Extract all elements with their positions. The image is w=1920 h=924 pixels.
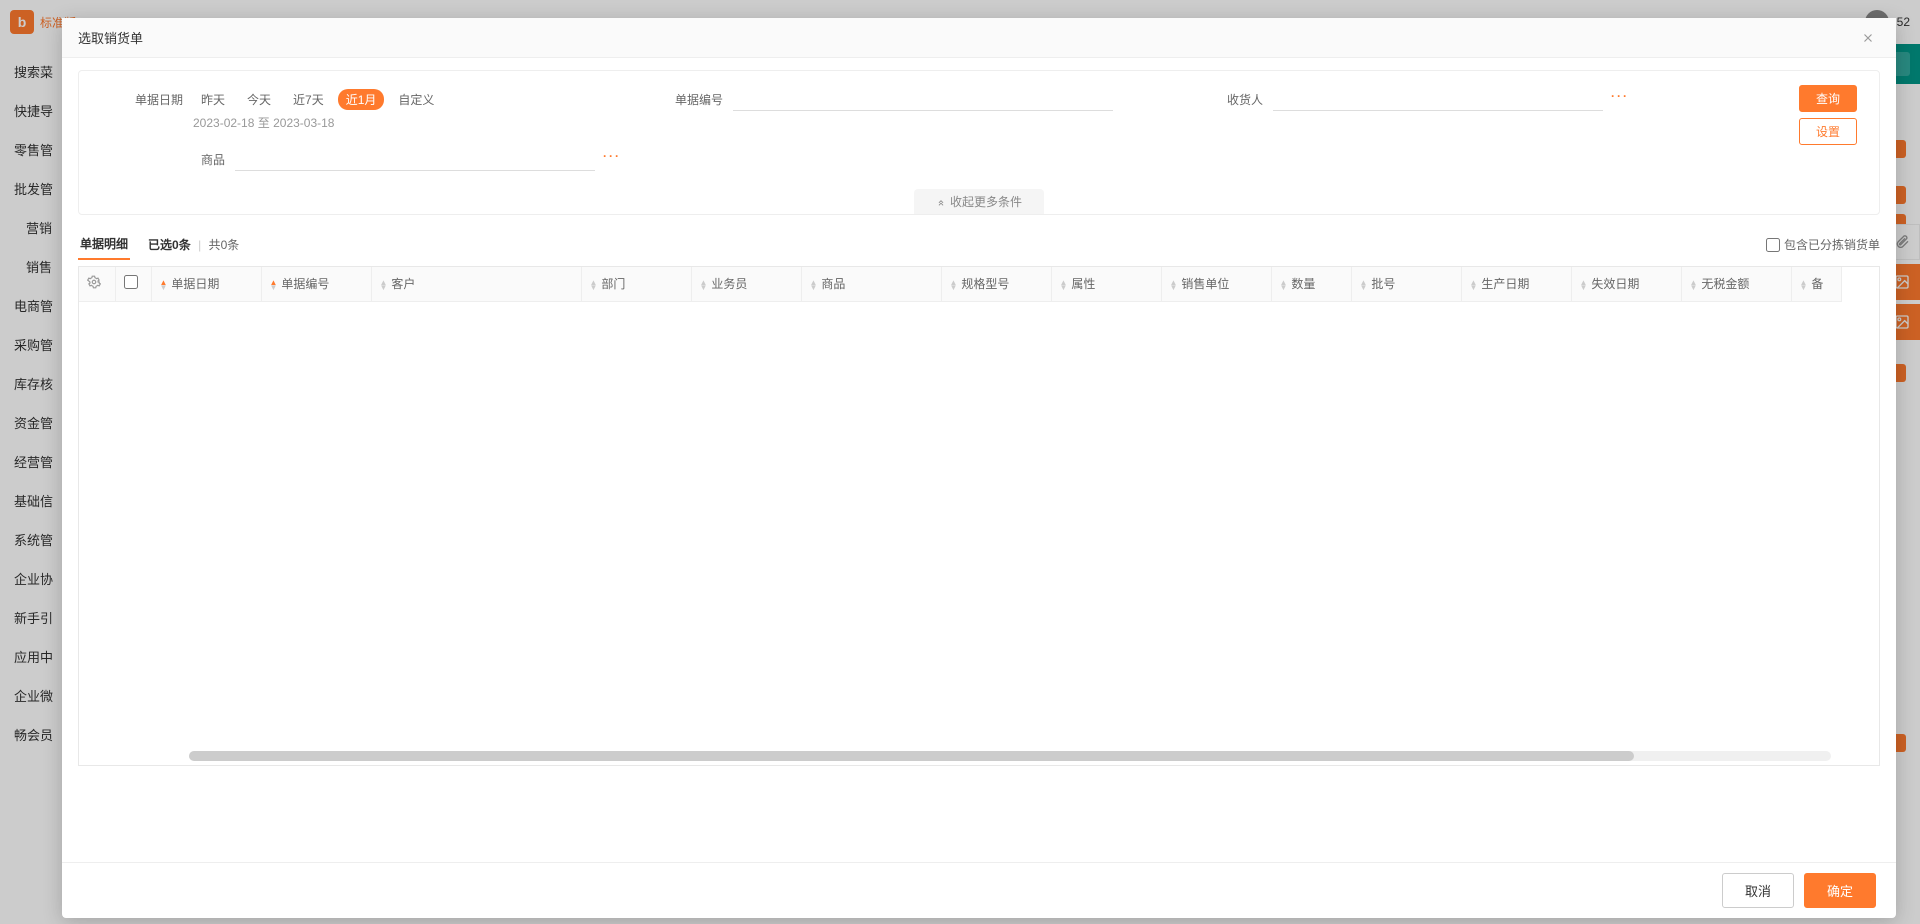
scrollbar-thumb[interactable] [189,751,1634,761]
column-label: 无税金额 [1701,277,1749,291]
sel-prefix: 已选 [148,238,172,252]
column-header[interactable]: ▲▼部门 [581,267,691,301]
sort-icon: ▲▼ [160,280,168,290]
column-header[interactable]: ▲▼销售单位 [1161,267,1271,301]
query-button[interactable]: 查询 [1799,85,1857,112]
sort-icon: ▲▼ [1060,280,1068,290]
column-label: 生产日期 [1481,277,1529,291]
column-label: 商品 [821,277,845,291]
more-icon[interactable]: ··· [603,149,621,163]
column-label: 单据日期 [171,277,219,291]
product-input[interactable] [235,149,595,171]
column-label: 属性 [1071,277,1095,291]
column-header[interactable]: ▲▼单据日期 [151,267,261,301]
doc-no-input[interactable] [733,89,1113,111]
column-label: 客户 [391,277,415,291]
chip-today[interactable]: 今天 [239,89,279,110]
receiver-label: 收货人 [1183,89,1273,111]
sel-suffix: 条 [179,238,191,252]
sort-icon: ▲▼ [1800,280,1808,290]
column-label: 销售单位 [1181,277,1229,291]
sort-icon: ▲▼ [270,280,278,290]
include-split-label: 包含已分拣销货单 [1784,236,1880,253]
gear-icon [87,278,101,292]
column-settings[interactable] [79,267,115,301]
settings-button[interactable]: 设置 [1799,118,1857,145]
column-header[interactable]: ▲▼批号 [1351,267,1461,301]
include-split-toggle[interactable]: 包含已分拣销货单 [1766,236,1880,253]
sel-count: 0 [172,238,179,252]
doc-no-label: 单据编号 [643,89,733,111]
search-actions: 查询 设置 [1799,85,1857,145]
tabs-row: 单据明细 已选0条 | 共0条 包含已分拣销货单 [78,229,1880,260]
column-header[interactable]: ▲▼数量 [1271,267,1351,301]
sort-icon: ▲▼ [590,280,598,290]
selection-info: 已选0条 | 共0条 [148,236,239,253]
column-header[interactable]: ▲▼规格型号 [941,267,1051,301]
close-icon[interactable] [1856,26,1880,50]
column-header[interactable]: ▲▼业务员 [691,267,801,301]
column-header[interactable]: ▲▼失效日期 [1571,267,1681,301]
sort-icon: ▲▼ [1360,280,1368,290]
tab-detail[interactable]: 单据明细 [78,229,130,260]
column-label: 数量 [1291,277,1315,291]
sort-icon: ▲▼ [1690,280,1698,290]
column-label: 部门 [601,277,625,291]
collapse-button[interactable]: 收起更多条件 [914,189,1044,214]
chip-custom[interactable]: 自定义 [390,89,442,110]
sort-icon: ▲▼ [380,280,388,290]
column-header[interactable]: ▲▼商品 [801,267,941,301]
sort-icon: ▲▼ [1470,280,1478,290]
chip-yesterday[interactable]: 昨天 [193,89,233,110]
column-header[interactable]: ▲▼备 [1791,267,1841,301]
tot-prefix: 共 [209,238,221,252]
select-all-checkbox[interactable] [124,275,138,289]
search-panel: 单据日期 昨天 今天 近7天 近1月 自定义 2023-02-18 至 20 [78,70,1880,215]
date-to: 2023-03-18 [273,116,334,130]
date-label: 单据日期 [103,89,193,111]
column-label: 失效日期 [1591,277,1639,291]
chip-7days[interactable]: 近7天 [285,89,332,110]
more-icon[interactable]: ··· [1611,89,1629,103]
column-header[interactable]: ▲▼生产日期 [1461,267,1571,301]
select-all[interactable] [115,267,151,301]
modal-title: 选取销货单 [78,28,143,47]
column-label: 规格型号 [961,277,1009,291]
column-header[interactable]: ▲▼客户 [371,267,581,301]
sort-icon: ▲▼ [810,280,818,290]
modal-body: 单据日期 昨天 今天 近7天 近1月 自定义 2023-02-18 至 20 [62,58,1896,862]
column-label: 备 [1811,277,1823,291]
product-label: 商品 [103,149,235,171]
table-wrap: ▲▼单据日期▲▼单据编号▲▼客户▲▼部门▲▼业务员▲▼商品▲▼规格型号▲▼属性▲… [78,266,1880,766]
select-sales-order-modal: 选取销货单 单据日期 昨天 今天 近7天 近1月 自定义 [62,18,1896,918]
sort-icon: ▲▼ [1280,280,1288,290]
column-header[interactable]: ▲▼属性 [1051,267,1161,301]
sort-icon: ▲▼ [1170,280,1178,290]
date-from: 2023-02-18 [193,116,254,130]
column-header[interactable]: ▲▼单据编号 [261,267,371,301]
chip-1month[interactable]: 近1月 [338,89,385,110]
column-label: 业务员 [711,277,747,291]
column-header[interactable]: ▲▼无税金额 [1681,267,1791,301]
sort-icon: ▲▼ [1580,280,1588,290]
confirm-button[interactable]: 确定 [1804,873,1876,908]
results-table: ▲▼单据日期▲▼单据编号▲▼客户▲▼部门▲▼业务员▲▼商品▲▼规格型号▲▼属性▲… [79,267,1842,302]
receiver-input[interactable] [1273,89,1603,111]
table-scrollbar[interactable] [189,751,1831,761]
cancel-button[interactable]: 取消 [1722,873,1794,908]
modal-footer: 取消 确定 [62,862,1896,918]
tot-suffix: 条 [227,238,239,252]
collapse-label: 收起更多条件 [950,193,1022,210]
column-label: 单据编号 [281,277,329,291]
modal-header: 选取销货单 [62,18,1896,58]
chevron-up-icon [936,197,946,207]
column-label: 批号 [1371,277,1395,291]
sort-icon: ▲▼ [700,280,708,290]
date-sep: 至 [258,116,270,130]
include-split-checkbox[interactable] [1766,238,1780,252]
date-range: 2023-02-18 至 2023-03-18 [193,114,442,131]
date-chips: 昨天 今天 近7天 近1月 自定义 [193,89,442,110]
sort-icon: ▲▼ [950,280,958,290]
